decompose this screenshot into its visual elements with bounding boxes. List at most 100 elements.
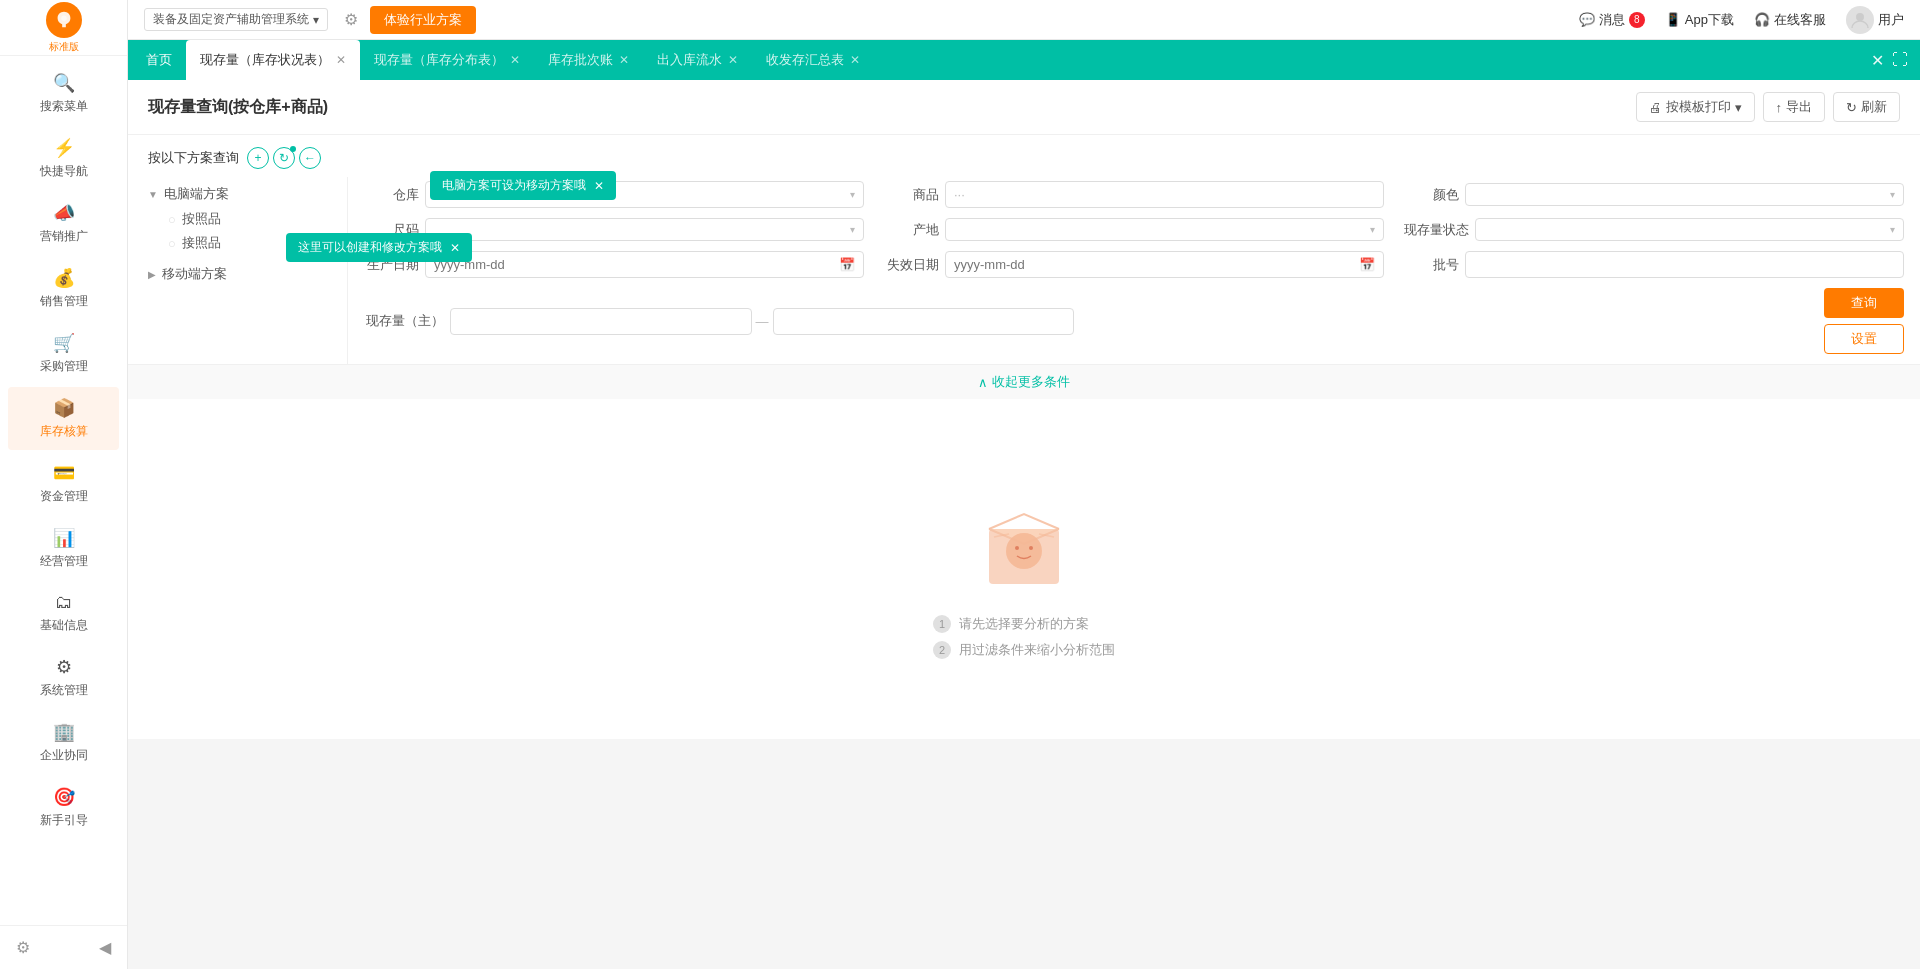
scheme-group-pc-header[interactable]: ▼ 电脑端方案: [148, 181, 335, 207]
sidebar-item-basic-info[interactable]: 🗂 基础信息: [8, 582, 119, 644]
logo-icon: [46, 2, 82, 38]
sidebar-item-newbie[interactable]: 🎯 新手引导: [8, 776, 119, 839]
tab-in-out-flow[interactable]: 出入库流水 ✕: [643, 40, 752, 80]
sidebar-item-system[interactable]: ⚙ 系统管理: [8, 646, 119, 709]
scheme-item-label: 接照品: [182, 234, 221, 252]
stock-max-input[interactable]: [773, 308, 1075, 335]
tab-close-all-icon[interactable]: ✕: [1871, 51, 1884, 70]
chevron-down-icon: ▾: [1890, 189, 1895, 200]
scheme-group-mobile-header[interactable]: ▶ 移动端方案: [148, 261, 335, 287]
tab-close-icon[interactable]: ✕: [510, 53, 520, 67]
reset-btn[interactable]: 设置: [1824, 324, 1904, 354]
batch-no-label: 批号: [1404, 256, 1459, 274]
color-control: ▾: [1465, 183, 1904, 206]
expiry-date-input-wrapper[interactable]: 📅: [945, 251, 1384, 278]
expiry-date-input[interactable]: [954, 257, 1355, 272]
settings-icon[interactable]: ⚙: [16, 938, 30, 957]
export-btn[interactable]: ↑ 导出: [1763, 92, 1826, 122]
online-support-item[interactable]: 🎧 在线客服: [1754, 11, 1826, 29]
sidebar-item-label: 快捷导航: [40, 163, 88, 180]
tab-collect-report-label: 收发存汇总表: [766, 51, 844, 69]
field-stock-status: 现存量状态 ▾: [1404, 218, 1904, 241]
page-title: 现存量查询(按仓库+商品): [148, 97, 328, 118]
step-1-text: 请先选择要分析的方案: [959, 615, 1089, 633]
sidebar-item-purchase[interactable]: 🛒 采购管理: [8, 322, 119, 385]
finance-icon: 💳: [53, 462, 75, 484]
print-btn[interactable]: 🖨 按模板打印 ▾: [1636, 92, 1755, 122]
tab-fullscreen-icon[interactable]: ⛶: [1892, 51, 1908, 69]
sidebar-item-enterprise[interactable]: 🏢 企业协同: [8, 711, 119, 774]
tab-collect-report[interactable]: 收发存汇总表 ✕: [752, 40, 874, 80]
gear-icon[interactable]: ⚙: [344, 10, 358, 29]
search-btn[interactable]: 查询: [1824, 288, 1904, 318]
tab-inventory-dist[interactable]: 现存量（库存分布表） ✕: [360, 40, 534, 80]
batch-no-input[interactable]: [1465, 251, 1904, 278]
origin-label: 产地: [884, 221, 939, 239]
sidebar-item-quick-nav[interactable]: ⚡ 快捷导航: [8, 127, 119, 190]
header: 装备及固定资产辅助管理系统 ▾ ⚙ 体验行业方案 💬 消息 8 📱 App下载 …: [128, 0, 1920, 40]
sidebar-item-search-menu[interactable]: 🔍 搜索菜单: [8, 62, 119, 125]
sidebar-item-marketing[interactable]: 📣 营销推广: [8, 192, 119, 255]
collapse-bar[interactable]: ∧ 收起更多条件: [128, 364, 1920, 399]
logo-text: 标准版: [49, 40, 79, 54]
back-scheme-btn[interactable]: ←: [299, 147, 321, 169]
tab-home[interactable]: 首页: [132, 40, 186, 80]
color-label: 颜色: [1404, 186, 1459, 204]
tab-inventory-status[interactable]: 现存量（库存状况表） ✕: [186, 40, 360, 80]
trial-btn[interactable]: 体验行业方案: [370, 6, 476, 34]
empty-illustration: [954, 479, 1094, 599]
field-stock-main: 现存量（主） —: [364, 308, 1074, 335]
page-actions: 🖨 按模板打印 ▾ ↑ 导出 ↻ 刷新: [1636, 92, 1901, 122]
origin-select[interactable]: ▾: [945, 218, 1384, 241]
range-dash: —: [756, 314, 769, 329]
refresh-scheme-btn[interactable]: ↻: [273, 147, 295, 169]
system-selector[interactable]: 装备及固定资产辅助管理系统 ▾: [144, 8, 328, 31]
print-icon: 🖨: [1649, 100, 1662, 115]
tab-close-icon[interactable]: ✕: [728, 53, 738, 67]
scheme-item-icon: ○: [168, 212, 176, 227]
sidebar-logo: 标准版: [0, 0, 127, 56]
tab-close-icon[interactable]: ✕: [850, 53, 860, 67]
prod-date-control: 📅: [425, 251, 864, 278]
size-control: ▾: [425, 218, 864, 241]
stock-main-control: —: [450, 308, 1074, 335]
tab-in-out-flow-label: 出入库流水: [657, 51, 722, 69]
stock-status-select[interactable]: ▾: [1475, 218, 1904, 241]
refresh-btn[interactable]: ↻ 刷新: [1833, 92, 1900, 122]
action-buttons: 查询 设置: [1824, 288, 1904, 354]
field-batch-no: 批号: [1404, 251, 1904, 278]
sidebar-item-label: 新手引导: [40, 812, 88, 829]
color-select[interactable]: ▾: [1465, 183, 1904, 206]
fields-area: 仓库 ··· ▾ 商品 ···: [348, 177, 1920, 364]
stock-min-input[interactable]: [450, 308, 752, 335]
marketing-icon: 📣: [53, 202, 75, 224]
chevron-up-icon: ∧: [978, 375, 988, 390]
tab-close-icon[interactable]: ✕: [336, 53, 346, 67]
tab-batch-account[interactable]: 库存批次账 ✕: [534, 40, 643, 80]
size-select[interactable]: ▾: [425, 218, 864, 241]
sidebar-item-finance[interactable]: 💳 资金管理: [8, 452, 119, 515]
notifications-item[interactable]: 💬 消息 8: [1579, 11, 1645, 29]
sidebar-item-inventory[interactable]: 📦 库存核算: [8, 387, 119, 450]
collapse-icon[interactable]: ◀: [99, 938, 111, 957]
tooltip1-close[interactable]: ✕: [594, 179, 604, 193]
tooltip2-close[interactable]: ✕: [450, 241, 460, 255]
empty-step-2: 2 用过滤条件来缩小分析范围: [933, 641, 1115, 659]
scheme-item-1[interactable]: ○ 按照品: [168, 207, 335, 231]
sidebar-item-sales[interactable]: 💰 销售管理: [8, 257, 119, 320]
filter-label: 按以下方案查询: [148, 149, 239, 167]
inventory-icon: 📦: [53, 397, 75, 419]
calendar-icon[interactable]: 📅: [1359, 257, 1375, 272]
sidebar-item-operations[interactable]: 📊 经营管理: [8, 517, 119, 580]
prod-date-input-wrapper[interactable]: 📅: [425, 251, 864, 278]
tab-close-icon[interactable]: ✕: [619, 53, 629, 67]
prod-date-input[interactable]: [434, 257, 835, 272]
avatar: [1846, 6, 1874, 34]
scheme-column: 这里可以创建和修改方案哦 ✕ ▼ 电脑端方案 ○ 按照品: [128, 177, 348, 364]
user-item[interactable]: 用户: [1846, 6, 1904, 34]
app-download-item[interactable]: 📱 App下载: [1665, 11, 1734, 29]
filter-main-layout: 这里可以创建和修改方案哦 ✕ ▼ 电脑端方案 ○ 按照品: [128, 169, 1920, 364]
header-left: 装备及固定资产辅助管理系统 ▾ ⚙ 体验行业方案: [144, 6, 476, 34]
calendar-icon[interactable]: 📅: [839, 257, 855, 272]
add-scheme-btn[interactable]: +: [247, 147, 269, 169]
